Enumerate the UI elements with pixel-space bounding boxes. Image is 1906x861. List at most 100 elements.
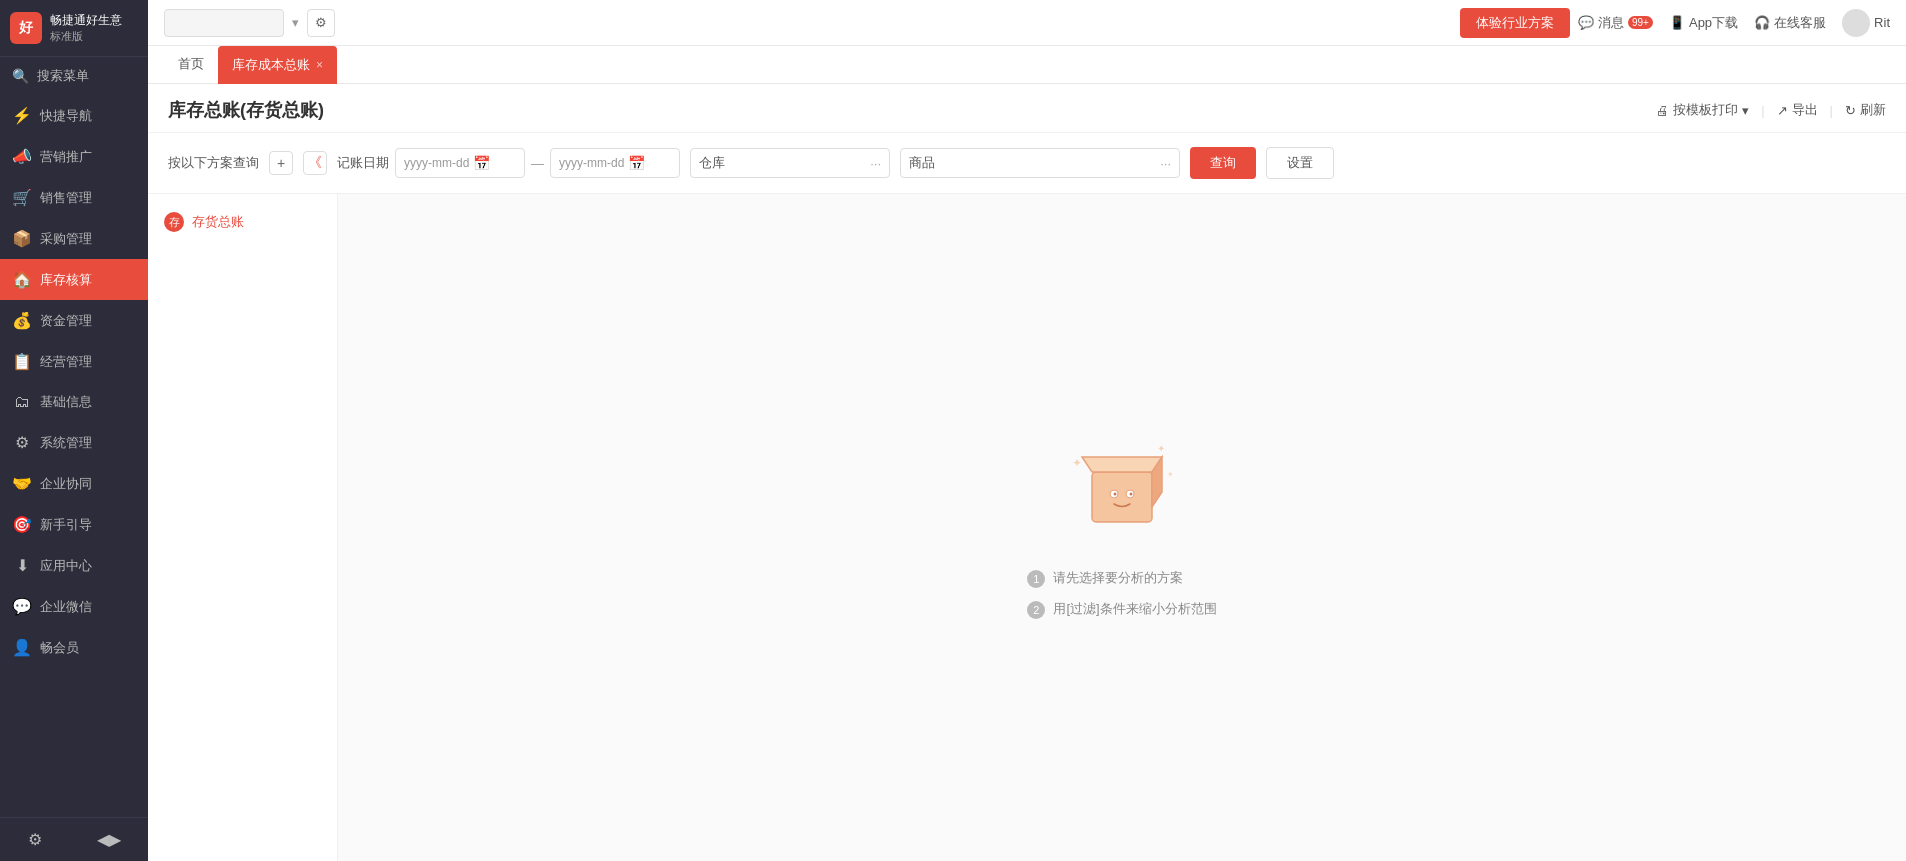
purchase-icon: 📦 xyxy=(12,229,32,248)
sidebar-item-marketing[interactable]: 📣 营销推广 xyxy=(0,136,148,177)
sidebar-item-apps[interactable]: ⬇ 应用中心 xyxy=(0,545,148,586)
sidebar-item-newbie[interactable]: 🎯 新手引导 xyxy=(0,504,148,545)
print-chevron-icon: ▾ xyxy=(1742,103,1749,118)
svg-point-6 xyxy=(1129,492,1132,495)
svg-rect-0 xyxy=(1092,472,1152,522)
sidebar-item-inventory[interactable]: 🏠 库存核算 xyxy=(0,259,148,300)
tab-inventory-ledger[interactable]: 库存成本总账 × xyxy=(218,46,337,84)
sidebar-item-wechat[interactable]: 💬 企业微信 xyxy=(0,586,148,627)
right-main: ✦ ✦ ✦ 1 请先选择要分析的方案 2 用[过滤]条件来缩小分析范围 xyxy=(338,194,1906,861)
wechat-icon: 💬 xyxy=(12,597,32,616)
date-start-input[interactable]: yyyy-mm-dd 📅 xyxy=(395,148,525,178)
username-label: Rit xyxy=(1874,15,1890,30)
apps-icon: ⬇ xyxy=(12,556,32,575)
export-icon: ↗ xyxy=(1777,103,1788,118)
member-icon: 👤 xyxy=(12,638,32,657)
message-btn[interactable]: 💬 消息 99+ xyxy=(1578,14,1653,32)
print-icon: 🖨 xyxy=(1656,103,1669,118)
svg-marker-1 xyxy=(1082,457,1162,472)
newbie-icon: 🎯 xyxy=(12,515,32,534)
hint-num-1: 1 xyxy=(1027,570,1045,588)
sidebar-item-operations[interactable]: 📋 经营管理 xyxy=(0,341,148,382)
settings-btn[interactable]: 设置 xyxy=(1266,147,1334,179)
query-btn[interactable]: 查询 xyxy=(1190,147,1256,179)
divider2: | xyxy=(1830,103,1833,118)
main-area: ▾ ⚙ 体验行业方案 💬 消息 99+ 📱 App下载 🎧 在线客服 Rit xyxy=(148,0,1906,861)
export-btn[interactable]: ↗ 导出 xyxy=(1777,101,1818,119)
page-header: 库存总账(存货总账) 🖨 按模板打印 ▾ | ↗ 导出 | ↻ xyxy=(148,84,1906,133)
calendar-start-icon: 📅 xyxy=(473,155,490,171)
sales-icon: 🛒 xyxy=(12,188,32,207)
filter-add-btn[interactable]: + xyxy=(269,151,293,175)
system-icon: ⚙ xyxy=(12,433,32,452)
page: 库存总账(存货总账) 🖨 按模板打印 ▾ | ↗ 导出 | ↻ xyxy=(148,84,1906,861)
scheme-icon: 存 xyxy=(164,212,184,232)
date-end-input[interactable]: yyyy-mm-dd 📅 xyxy=(550,148,680,178)
page-title: 库存总账(存货总账) xyxy=(168,98,324,122)
tab-close-icon[interactable]: × xyxy=(316,58,323,72)
sidebar-item-enterprise[interactable]: 🤝 企业协同 xyxy=(0,463,148,504)
sidebar-item-sales[interactable]: 🛒 销售管理 xyxy=(0,177,148,218)
filter-collapse-btn[interactable]: 《 xyxy=(303,151,327,175)
sidebar-bottom: ⚙ ◀▶ xyxy=(0,817,148,861)
page-header-actions: 🖨 按模板打印 ▾ | ↗ 导出 | ↻ 刷新 xyxy=(1656,101,1886,119)
tab-home[interactable]: 首页 xyxy=(164,46,218,84)
divider: | xyxy=(1761,103,1764,118)
refresh-icon: ↻ xyxy=(1845,103,1856,118)
sidebar-item-basics[interactable]: 🗂 基础信息 xyxy=(0,382,148,422)
empty-hint-1: 1 请先选择要分析的方案 xyxy=(1027,569,1183,588)
topbar-right: 💬 消息 99+ 📱 App下载 🎧 在线客服 Rit xyxy=(1578,9,1890,37)
date-dash: — xyxy=(531,156,544,171)
date-label: 记账日期 xyxy=(337,154,389,172)
avatar xyxy=(1842,9,1870,37)
message-badge: 99+ xyxy=(1628,16,1653,29)
sidebar-collapse-btn[interactable]: ◀▶ xyxy=(89,826,129,853)
app-logo-icon: 好 xyxy=(10,12,42,44)
topbar-gear-icon[interactable]: ⚙ xyxy=(307,9,335,37)
empty-illustration: ✦ ✦ ✦ xyxy=(1062,437,1182,537)
search-icon: 🔍 xyxy=(12,68,29,84)
print-template-btn[interactable]: 🖨 按模板打印 ▾ xyxy=(1656,101,1749,119)
sidebar-item-purchase[interactable]: 📦 采购管理 xyxy=(0,218,148,259)
tabs-bar: 首页 库存成本总账 × xyxy=(148,46,1906,84)
sidebar-item-finance[interactable]: 💰 资金管理 xyxy=(0,300,148,341)
left-panel: 存 存货总账 xyxy=(148,194,338,861)
basics-icon: 🗂 xyxy=(12,393,32,411)
industry-btn[interactable]: 体验行业方案 xyxy=(1460,8,1570,38)
filter-label: 按以下方案查询 xyxy=(168,154,259,172)
content-area: 库存总账(存货总账) 🖨 按模板打印 ▾ | ↗ 导出 | ↻ xyxy=(148,84,1906,861)
topbar-breadcrumb: ▾ ⚙ xyxy=(164,9,1452,37)
svg-text:✦: ✦ xyxy=(1167,470,1174,479)
goods-filter[interactable]: 商品 ··· xyxy=(900,148,1180,178)
enterprise-icon: 🤝 xyxy=(12,474,32,493)
finance-icon: 💰 xyxy=(12,311,32,330)
sidebar-nav: ⚡ 快捷导航 📣 营销推广 🛒 销售管理 📦 采购管理 🏠 库存核算 💰 资金管… xyxy=(0,95,148,817)
sidebar-item-quick-nav[interactable]: ⚡ 快捷导航 xyxy=(0,95,148,136)
refresh-btn[interactable]: ↻ 刷新 xyxy=(1845,101,1886,119)
svg-text:✦: ✦ xyxy=(1157,443,1165,454)
headset-icon: 🎧 xyxy=(1754,15,1770,30)
phone-icon: 📱 xyxy=(1669,15,1685,30)
marketing-icon: 📣 xyxy=(12,147,32,166)
inventory-icon: 🏠 xyxy=(12,270,32,289)
app-download-btn[interactable]: 📱 App下载 xyxy=(1669,14,1738,32)
chevron-down-icon[interactable]: ▾ xyxy=(292,15,299,30)
online-support-btn[interactable]: 🎧 在线客服 xyxy=(1754,14,1826,32)
warehouse-filter[interactable]: 仓库 ··· xyxy=(690,148,890,178)
sidebar-item-system[interactable]: ⚙ 系统管理 xyxy=(0,422,148,463)
goods-more-icon: ··· xyxy=(1160,156,1171,171)
topbar-fake-input xyxy=(164,9,284,37)
empty-hint-2: 2 用[过滤]条件来缩小分析范围 xyxy=(1027,600,1216,619)
sidebar-item-member[interactable]: 👤 畅会员 xyxy=(0,627,148,668)
app-logo-text: 畅捷通好生意 标准版 xyxy=(50,13,122,43)
user-avatar[interactable]: Rit xyxy=(1842,9,1890,37)
filter-date-group: 记账日期 yyyy-mm-dd 📅 — yyyy-mm-dd 📅 xyxy=(337,148,680,178)
sidebar-settings-btn[interactable]: ⚙ xyxy=(20,826,50,853)
topbar: ▾ ⚙ 体验行业方案 💬 消息 99+ 📱 App下载 🎧 在线客服 Rit xyxy=(148,0,1906,46)
quick-nav-icon: ⚡ xyxy=(12,106,32,125)
warehouse-more-icon: ··· xyxy=(870,156,881,171)
operations-icon: 📋 xyxy=(12,352,32,371)
svg-point-5 xyxy=(1113,492,1116,495)
scheme-item-inventory[interactable]: 存 存货总账 xyxy=(148,204,337,240)
sidebar-search[interactable]: 🔍 搜索菜单 xyxy=(0,57,148,95)
